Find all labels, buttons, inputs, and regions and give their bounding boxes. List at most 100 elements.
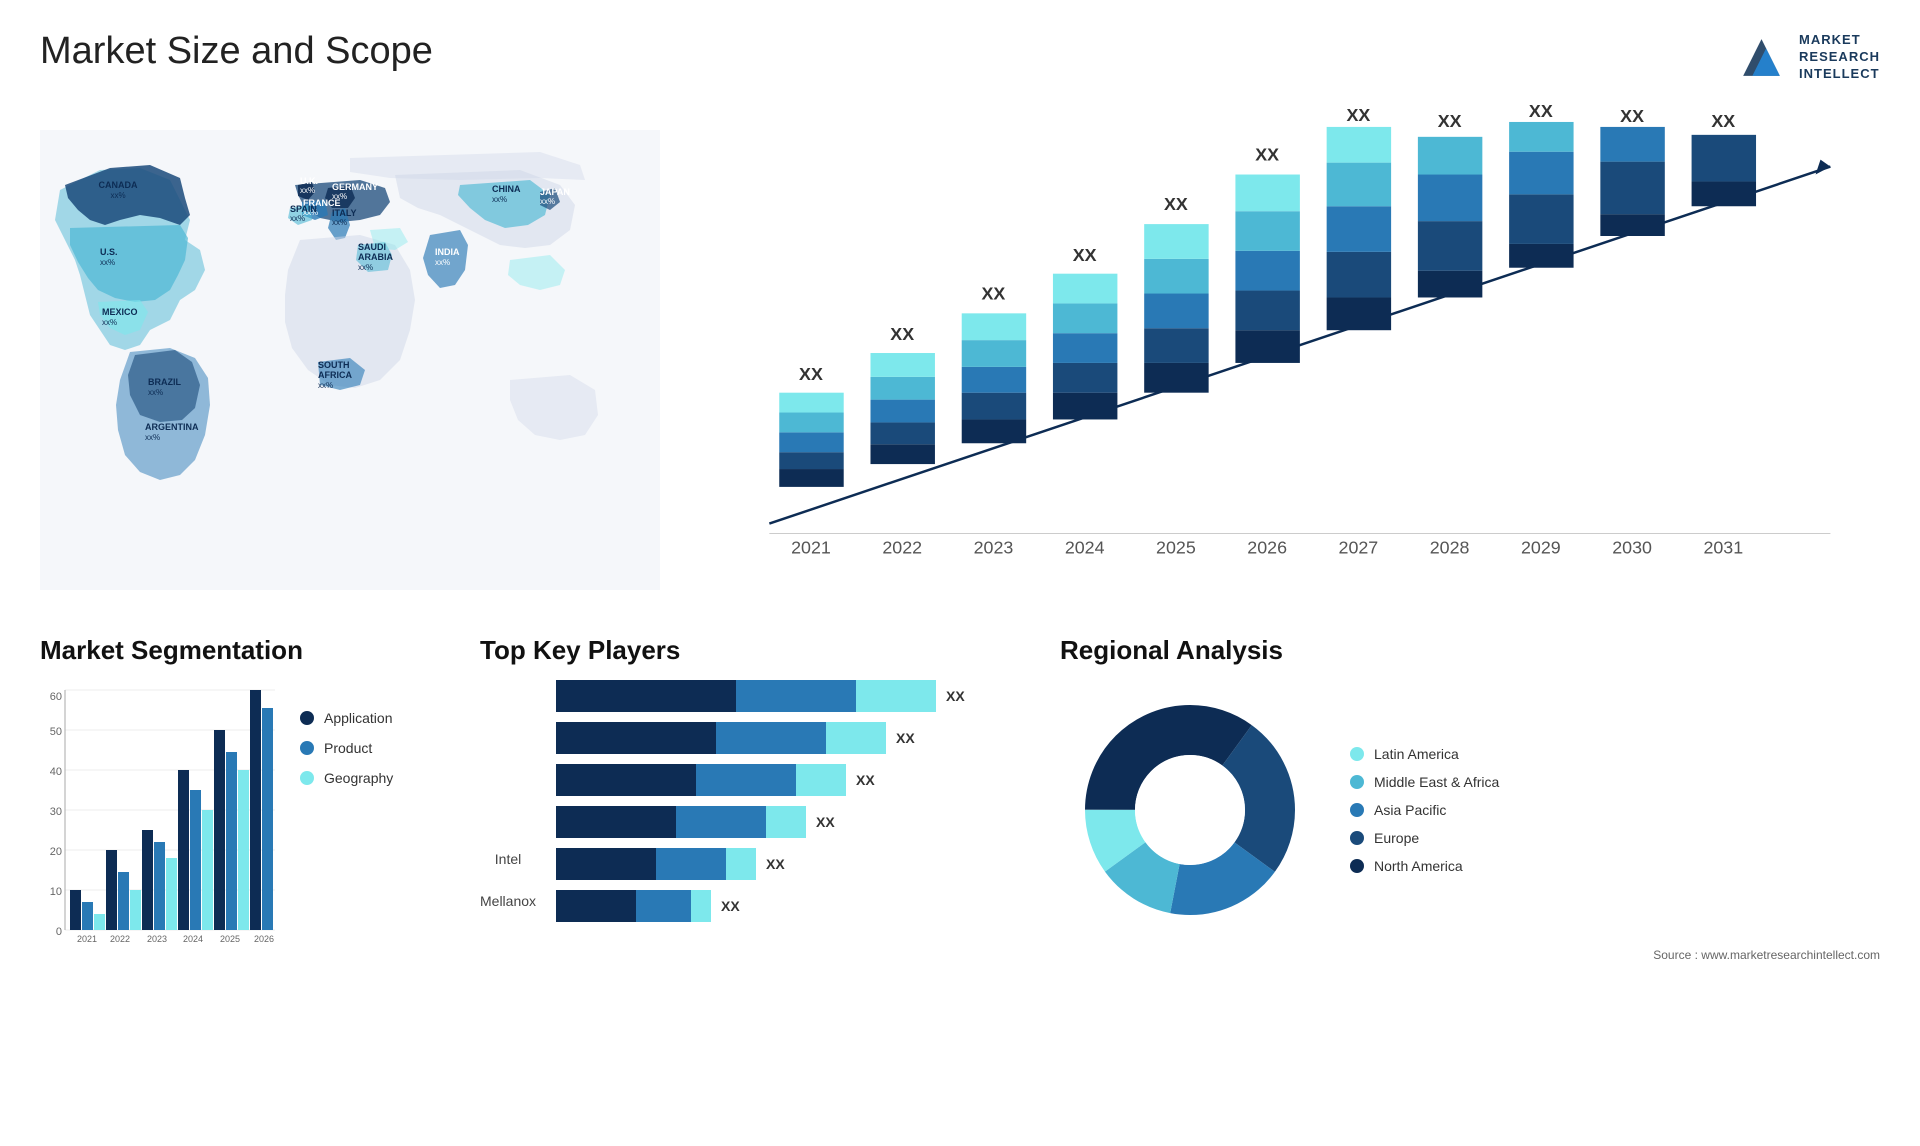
svg-text:2024: 2024 [183,934,203,944]
kp-label-0 [480,680,536,717]
donut-wrapper [1060,680,1320,940]
legend-label-application: Application [324,710,393,726]
svg-text:U.S.: U.S. [100,247,118,257]
svg-text:2024: 2024 [1065,537,1105,557]
svg-text:xx%: xx% [358,263,373,272]
key-players-title: Top Key Players [480,635,1040,666]
legend-dot-mea [1350,775,1364,789]
svg-text:2031: 2031 [1703,537,1743,557]
svg-text:XX: XX [982,283,1006,303]
svg-text:AFRICA: AFRICA [318,370,352,380]
segmentation-title: Market Segmentation [40,635,460,666]
kp-container: Intel Mellanox XX [480,680,1040,932]
kp-label-3 [480,808,536,845]
svg-text:xx%: xx% [148,388,163,397]
kp-label-mellanox: Mellanox [480,893,536,930]
svg-text:XX: XX [890,324,914,344]
kp-val-2: XX [856,772,875,788]
header: Market Size and Scope MARKET RESEARCH IN… [40,30,1880,85]
regional-section: Regional Analysis [1060,635,1880,995]
svg-text:10: 10 [50,886,62,898]
regional-title: Regional Analysis [1060,635,1880,666]
key-players-section: Top Key Players Intel Mellanox [480,635,1040,995]
logo-icon [1734,30,1789,85]
svg-text:50: 50 [50,726,62,738]
kp-row-2: XX [556,764,1040,796]
legend-label-na: North America [1374,858,1463,874]
kp-val-3: XX [816,814,835,830]
kp-row-0: XX [556,680,1040,712]
svg-text:MEXICO: MEXICO [102,307,138,317]
world-map-svg: CANADA xx% U.S. xx% MEXICO xx% BRAZIL xx… [40,105,660,615]
svg-text:CANADA: CANADA [99,180,138,190]
kp-row-5: XX [556,890,1040,922]
kp-val-4: XX [766,856,785,872]
logo-text: MARKET RESEARCH INTELLECT [1799,32,1880,83]
svg-text:U.K.: U.K. [300,176,318,186]
svg-text:xx%: xx% [110,191,125,200]
kp-bars: XX XX [556,680,1040,932]
svg-text:XX: XX [1073,245,1097,265]
svg-text:20: 20 [50,846,62,858]
svg-text:2022: 2022 [882,537,922,557]
legend-label-europe: Europe [1374,830,1419,846]
legend-latin-america: Latin America [1350,746,1499,762]
svg-text:2021: 2021 [791,537,831,557]
legend-middle-east-africa: Middle East & Africa [1350,774,1499,790]
legend-dot-application [300,711,314,725]
svg-text:CHINA: CHINA [492,184,521,194]
page: Market Size and Scope MARKET RESEARCH IN… [0,0,1920,1146]
segmentation-legend: Application Product Geography [300,710,393,786]
kp-label-1 [480,723,536,760]
legend-geography: Geography [300,770,393,786]
svg-text:XX: XX [1346,105,1370,125]
legend-dot-product [300,741,314,755]
svg-text:2025: 2025 [1156,537,1196,557]
regional-legend: Latin America Middle East & Africa Asia … [1350,746,1499,874]
svg-text:2028: 2028 [1430,537,1470,557]
kp-label-intel: Intel [495,851,521,888]
svg-text:60: 60 [50,691,62,703]
svg-text:2026: 2026 [254,934,274,944]
svg-text:XX: XX [1711,111,1735,131]
top-row: CANADA xx% U.S. xx% MEXICO xx% BRAZIL xx… [40,105,1880,615]
kp-row-4: XX [556,848,1040,880]
svg-text:2029: 2029 [1521,537,1561,557]
logo: MARKET RESEARCH INTELLECT [1734,30,1880,85]
svg-text:xx%: xx% [492,195,507,204]
svg-text:XX: XX [1255,145,1279,165]
svg-text:BRAZIL: BRAZIL [148,377,181,387]
legend-north-america: North America [1350,858,1499,874]
page-title: Market Size and Scope [40,30,433,73]
kp-val-0: XX [946,688,965,704]
svg-text:SPAIN: SPAIN [290,204,317,214]
svg-text:SAUDI: SAUDI [358,242,386,252]
main-chart-section: XX 2021 XX 2022 XX 2023 [690,105,1880,615]
legend-product: Product [300,740,393,756]
svg-text:xx%: xx% [318,381,333,390]
svg-text:XX: XX [1438,111,1462,131]
svg-text:xx%: xx% [435,258,450,267]
legend-dot-europe [1350,831,1364,845]
kp-row-1: XX [556,722,1040,754]
kp-labels: Intel Mellanox [480,680,536,930]
legend-dot-na [1350,859,1364,873]
svg-text:xx%: xx% [100,258,115,267]
svg-text:XX: XX [1529,105,1553,121]
segmentation-section: Market Segmentation 0 10 20 30 40 50 60 [40,635,460,995]
svg-text:ARABIA: ARABIA [358,252,393,262]
main-bar-chart: XX 2021 XX 2022 XX 2023 [690,105,1880,605]
kp-val-5: XX [721,898,740,914]
svg-text:xx%: xx% [102,318,117,327]
svg-text:2023: 2023 [974,537,1014,557]
legend-application: Application [300,710,393,726]
svg-text:2022: 2022 [110,934,130,944]
legend-label-product: Product [324,740,372,756]
svg-text:2027: 2027 [1339,537,1379,557]
svg-text:2023: 2023 [147,934,167,944]
svg-text:XX: XX [799,364,823,384]
svg-text:40: 40 [50,766,62,778]
legend-label-geography: Geography [324,770,393,786]
legend-europe: Europe [1350,830,1499,846]
svg-text:2026: 2026 [1247,537,1287,557]
